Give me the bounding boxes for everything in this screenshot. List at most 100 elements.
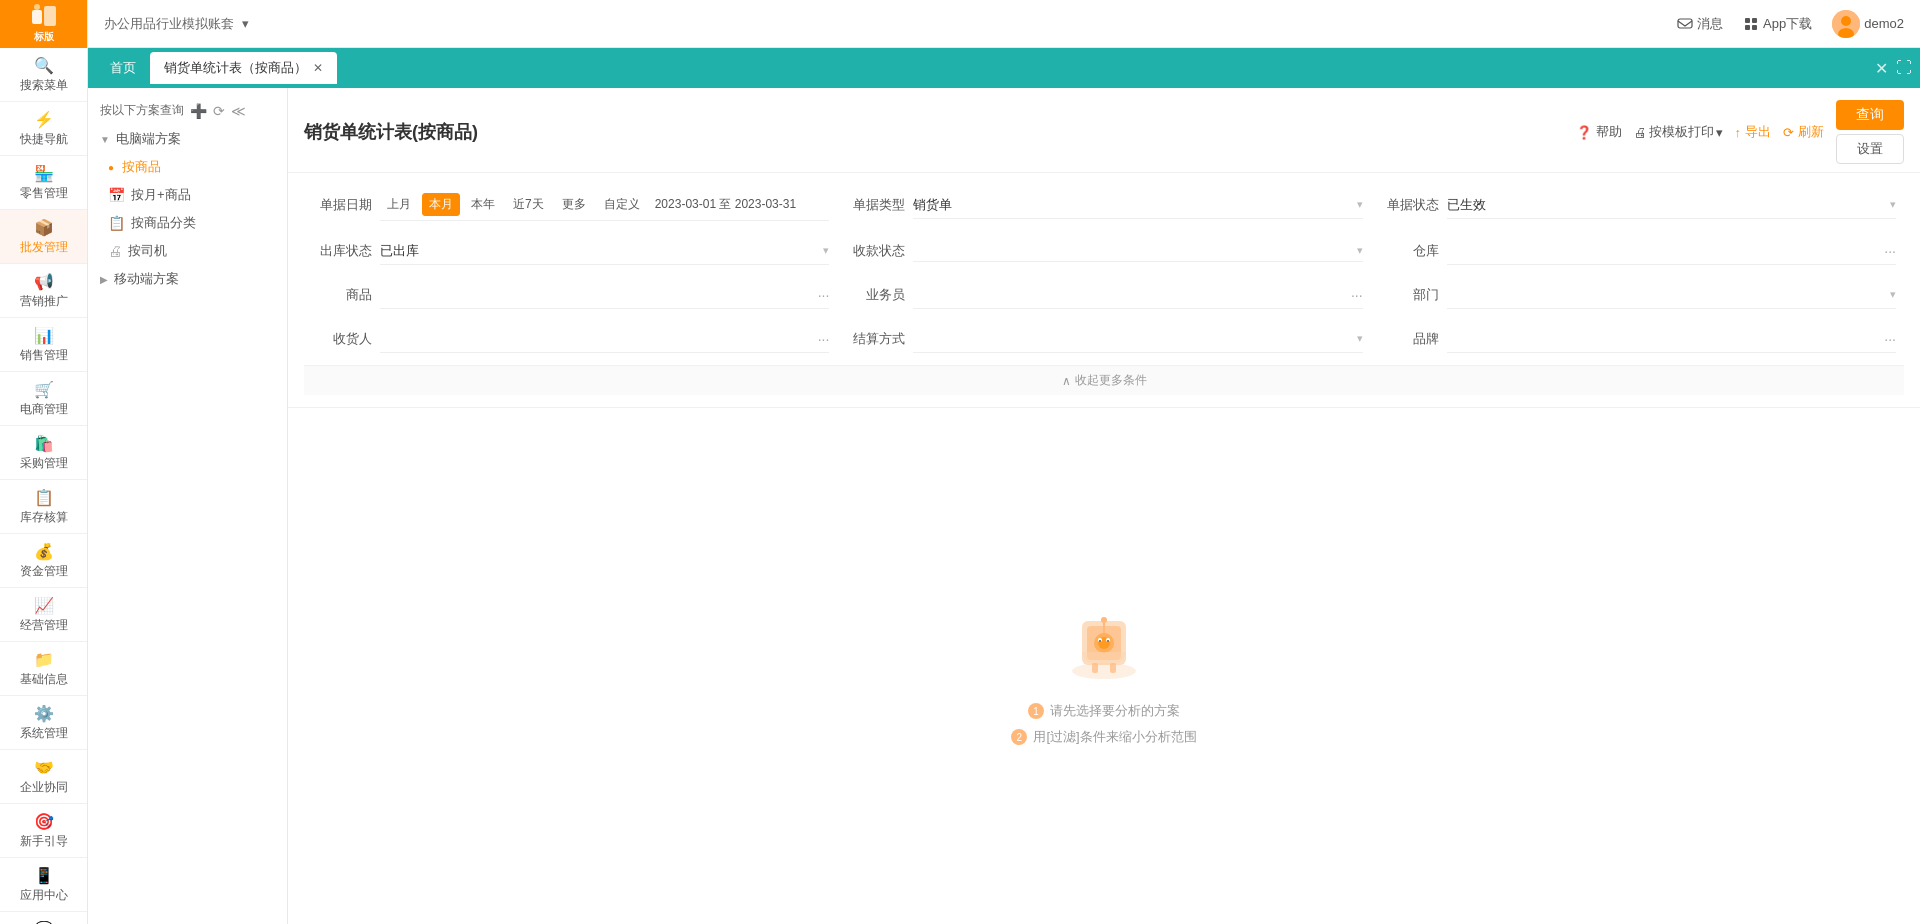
sidebar-item-sales[interactable]: 📊 销售管理 (0, 318, 87, 372)
salesman-control[interactable]: ··· (913, 281, 1362, 309)
inventory-icon: 📋 (34, 488, 54, 507)
tree-section-mobile[interactable]: ▶ 移动端方案 (88, 265, 287, 293)
svg-rect-23 (1110, 663, 1116, 673)
sidebar-item-search-menu[interactable]: 🔍 搜索菜单 (0, 48, 87, 102)
svg-point-19 (1107, 640, 1109, 642)
collapse-bar[interactable]: ∧ 收起更多条件 (304, 365, 1904, 395)
sidebar-item-app-center[interactable]: 📱 应用中心 (0, 858, 87, 912)
refresh-label: 刷新 (1798, 123, 1824, 141)
tree-item-by-cashier[interactable]: 🖨 按司机 (88, 237, 287, 265)
refresh-btn[interactable]: ⟳ 刷新 (1783, 123, 1824, 141)
export-btn[interactable]: ↑ 导出 (1735, 123, 1772, 141)
sidebar-item-inventory[interactable]: 📋 库存核算 (0, 480, 87, 534)
app-download-btn[interactable]: App下载 (1743, 15, 1812, 33)
sidebar-item-quick-nav[interactable]: ⚡ 快捷导航 (0, 102, 87, 156)
status-arrow-icon: ▾ (1890, 198, 1896, 211)
sidebar-item-base-info[interactable]: 📁 基础信息 (0, 642, 87, 696)
sidebar-item-newbie[interactable]: 🎯 新手引导 (0, 804, 87, 858)
receipt-filter-cell: 收款状态 ▾ (837, 233, 1370, 269)
print-btn[interactable]: 🖨 按模板打印 ▾ (1634, 123, 1723, 141)
tree-section-pc[interactable]: ▼ 电脑端方案 (88, 125, 287, 153)
svg-rect-6 (1745, 25, 1750, 30)
sidebar-item-label-retail: 零售管理 (20, 186, 68, 200)
sidebar-item-wholesale[interactable]: 📦 批发管理 (0, 210, 87, 264)
retail-icon: 🏪 (34, 164, 54, 183)
collapse-panel-btn[interactable]: ≪ (231, 103, 246, 119)
tree-item-by-cashier-label: 按司机 (128, 242, 167, 260)
help-label: 帮助 (1596, 123, 1622, 141)
sidebar-item-purchase[interactable]: 🛍️ 采购管理 (0, 426, 87, 480)
message-btn[interactable]: 消息 (1677, 15, 1723, 33)
date-btn-this-month[interactable]: 本月 (422, 193, 460, 216)
sidebar-item-marketing[interactable]: 📢 营销推广 (0, 264, 87, 318)
active-item-indicator: ● (108, 162, 114, 173)
storage-filter-cell: 仓库 ··· (1371, 233, 1904, 269)
dept-filter-cell: 部门 ▾ (1371, 277, 1904, 313)
date-btn-last-month[interactable]: 上月 (380, 193, 418, 216)
date-btn-this-year[interactable]: 本年 (464, 193, 502, 216)
storage-dots-icon[interactable]: ··· (1884, 243, 1896, 259)
tab-bar-close-btn[interactable]: ✕ (1875, 59, 1888, 78)
sidebar-item-ecommerce[interactable]: 🛒 电商管理 (0, 372, 87, 426)
search-menu-icon: 🔍 (34, 56, 54, 75)
warehouse-control[interactable]: 已出库 ▾ (380, 238, 829, 265)
salesman-dots-icon[interactable]: ··· (1351, 287, 1363, 303)
logo-text: 标版 (34, 30, 54, 44)
sidebar-item-operations[interactable]: 📈 经营管理 (0, 588, 87, 642)
svg-point-18 (1099, 640, 1101, 642)
sidebar-item-finance[interactable]: 💰 资金管理 (0, 534, 87, 588)
tab-home[interactable]: 首页 (96, 52, 150, 84)
date-btn-more[interactable]: 更多 (555, 193, 593, 216)
date-btn-7days[interactable]: 近7天 (506, 193, 551, 216)
tab-bar-expand-btn[interactable]: ⛶ (1896, 59, 1912, 78)
svg-point-11 (1072, 663, 1136, 679)
dept-control[interactable]: ▾ (1447, 281, 1896, 309)
avatar (1832, 10, 1860, 38)
left-panel-header: 按以下方案查询 ➕ ⟳ ≪ (88, 96, 287, 125)
svg-rect-1 (44, 6, 56, 26)
tree-item-by-category[interactable]: 📋 按商品分类 (88, 209, 287, 237)
status-label: 单据状态 (1379, 196, 1447, 214)
svg-rect-5 (1752, 18, 1757, 23)
receiver-dots-icon[interactable]: ··· (818, 331, 830, 347)
receipt-control[interactable]: ▾ (913, 240, 1362, 262)
user-menu[interactable]: demo2 (1832, 10, 1904, 38)
logo: 标版 (0, 0, 87, 48)
sidebar-item-enterprise-coop[interactable]: 🤝 企业协同 (0, 750, 87, 804)
tree-item-by-product[interactable]: ● 按商品 (88, 153, 287, 181)
help-btn[interactable]: ❓ 帮助 (1576, 123, 1622, 141)
settlement-control[interactable]: ▾ (913, 325, 1362, 353)
brand-label: 品牌 (1379, 330, 1447, 348)
type-control[interactable]: 销货单 ▾ (913, 192, 1362, 219)
tab-sales-stats[interactable]: 销货单统计表（按商品） ✕ (150, 52, 337, 84)
sidebar-item-retail[interactable]: 🏪 零售管理 (0, 156, 87, 210)
svg-point-21 (1101, 617, 1107, 623)
pc-section-label: 电脑端方案 (116, 130, 181, 148)
status-control[interactable]: 已生效 ▾ (1447, 192, 1896, 219)
brand-control[interactable]: ··· (1447, 325, 1896, 353)
brand-dots-icon[interactable]: ··· (1884, 331, 1896, 347)
breadcrumb-dropdown[interactable]: ▾ (242, 16, 249, 31)
operations-icon: 📈 (34, 596, 54, 615)
settings-button[interactable]: 设置 (1836, 134, 1904, 164)
ecommerce-icon: 🛒 (34, 380, 54, 399)
product-dots-icon[interactable]: ··· (818, 287, 830, 303)
receiver-control[interactable]: ··· (380, 325, 829, 353)
sidebar-item-sys-mgmt[interactable]: ⚙️ 系统管理 (0, 696, 87, 750)
tab-close-btn[interactable]: ✕ (313, 62, 323, 74)
salesman-label: 业务员 (845, 286, 913, 304)
query-button[interactable]: 查询 (1836, 100, 1904, 130)
add-scheme-btn[interactable]: ➕ (190, 103, 207, 119)
hint2-bullet: 2 (1011, 729, 1027, 745)
date-btn-custom[interactable]: 自定义 (597, 193, 647, 216)
breadcrumb-text: 办公用品行业模拟账套 (104, 15, 234, 33)
tree-item-by-month-product[interactable]: 📅 按月+商品 (88, 181, 287, 209)
refresh-scheme-btn[interactable]: ⟳ (213, 103, 225, 119)
sidebar-item-wechat[interactable]: 💬 企业微信 (0, 912, 87, 924)
message-label: 消息 (1697, 15, 1723, 33)
storage-control[interactable]: ··· (1447, 237, 1896, 265)
product-control[interactable]: ··· (380, 281, 829, 309)
mobile-section-arrow: ▶ (100, 274, 108, 285)
empty-hint-1: 1 请先选择要分析的方案 (1028, 702, 1180, 720)
settlement-filter-cell: 结算方式 ▾ (837, 321, 1370, 357)
